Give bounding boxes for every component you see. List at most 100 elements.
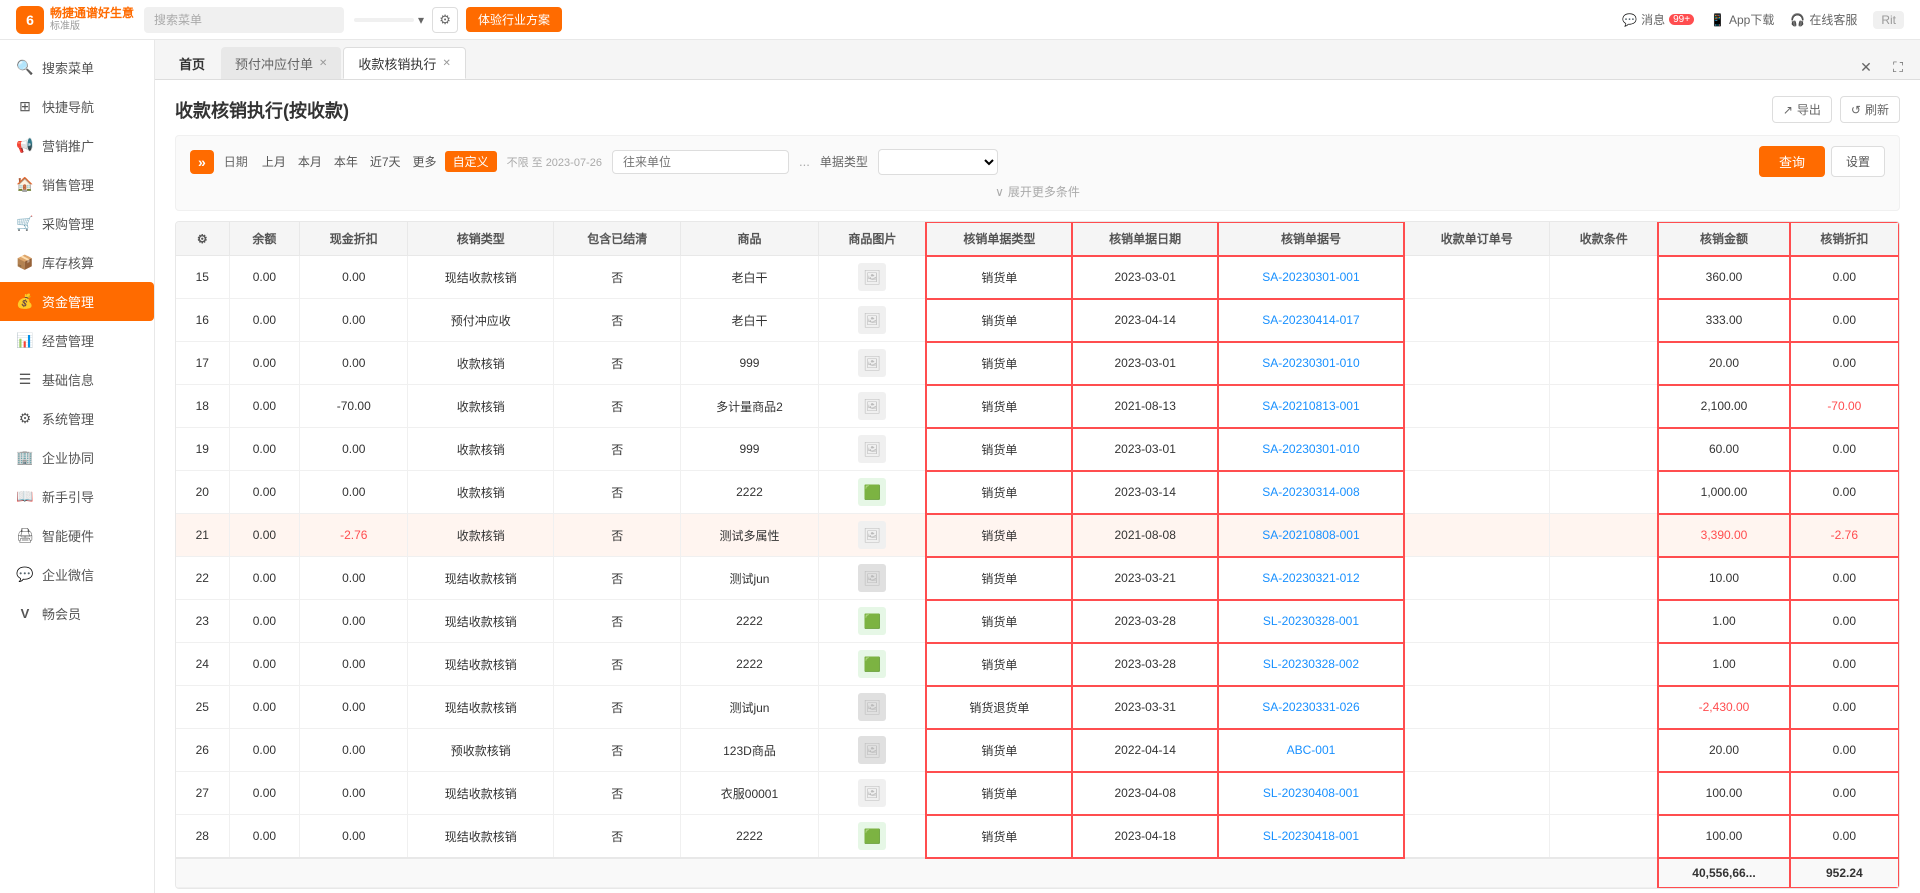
row-deduct: 0.00	[1790, 686, 1898, 729]
sidebar-item-basic[interactable]: ☰ 基础信息	[0, 360, 154, 399]
row-order-no	[1404, 342, 1550, 385]
row-bill-no[interactable]: SA-20230301-001	[1218, 256, 1404, 299]
row-discount: 0.00	[300, 256, 408, 299]
row-type: 收款核销	[408, 514, 554, 557]
app-download-label: App下载	[1729, 11, 1774, 28]
last-month-btn[interactable]: 上月	[258, 151, 290, 172]
row-bill-no[interactable]: SA-20230314-008	[1218, 471, 1404, 514]
row-bill-no[interactable]: ABC-001	[1218, 729, 1404, 772]
user-avatar[interactable]: Rit	[1873, 11, 1904, 29]
bill-no-link[interactable]: SA-20230301-001	[1262, 270, 1359, 284]
last7-btn[interactable]: 近7天	[366, 151, 405, 172]
sidebar-item-guide[interactable]: 📖 新手引导	[0, 477, 154, 516]
tab-prepay-close[interactable]: ✕	[319, 58, 327, 69]
bill-no-link[interactable]: SA-20210813-001	[1262, 399, 1359, 413]
sidebar-item-finance[interactable]: 💰 资金管理	[0, 282, 154, 321]
settings-btn[interactable]: 设置	[1831, 146, 1885, 177]
sidebar-item-enterprise[interactable]: 🏢 企业协同	[0, 438, 154, 477]
filter-expand-row[interactable]: ∨ 展开更多条件	[190, 183, 1885, 200]
sidebar-item-hardware[interactable]: 🖨 智能硬件	[0, 516, 154, 555]
top-search-bar[interactable]: 搜索菜单	[144, 7, 344, 33]
tab-collect[interactable]: 收款核销执行 ✕	[343, 47, 465, 79]
row-discount: -2.76	[300, 514, 408, 557]
footer-empty	[176, 858, 1658, 888]
bill-no-link[interactable]: SA-20230301-010	[1262, 356, 1359, 370]
tab-home-label: 首页	[179, 54, 205, 73]
row-bill-date: 2022-04-14	[1072, 729, 1218, 772]
row-bill-no[interactable]: SL-20230328-002	[1218, 643, 1404, 686]
maximize-btn[interactable]: ⛶	[1886, 55, 1910, 79]
row-bill-type: 销货单	[926, 772, 1072, 815]
bill-no-link[interactable]: SA-20210808-001	[1262, 528, 1359, 542]
page-content: 收款核销执行(按收款) ↗ 导出 ↺ 刷新 » 日期	[155, 80, 1920, 893]
row-product: 2222	[681, 643, 818, 686]
tab-prepay[interactable]: 预付冲应付单 ✕	[221, 47, 341, 79]
this-month-btn[interactable]: 本月	[294, 151, 326, 172]
row-bill-no[interactable]: SA-20210813-001	[1218, 385, 1404, 428]
row-bill-no[interactable]: SL-20230328-001	[1218, 600, 1404, 643]
query-btn[interactable]: 查询	[1759, 146, 1825, 177]
this-year-btn[interactable]: 本年	[330, 151, 362, 172]
sidebar-item-purchase[interactable]: 🛒 采购管理	[0, 204, 154, 243]
table-header-row: ⚙ 余额 现金折扣 核销类型 包含已结清 商品 商品图片 核销单据类型 核销单据…	[176, 222, 1899, 256]
sidebar-item-member[interactable]: V 畅会员	[0, 594, 154, 633]
row-bill-no[interactable]: SA-20230321-012	[1218, 557, 1404, 600]
bill-no-link[interactable]: SL-20230408-001	[1263, 786, 1359, 800]
row-product-img: 🟩	[818, 471, 926, 514]
bill-no-link[interactable]: SL-20230418-001	[1263, 829, 1359, 843]
row-bill-no[interactable]: SA-20230414-017	[1218, 299, 1404, 342]
sidebar-item-sales[interactable]: 🏠 销售管理	[0, 165, 154, 204]
bill-no-link[interactable]: SA-20230321-012	[1262, 571, 1359, 585]
voucher-type-select[interactable]	[878, 149, 998, 175]
product-image: 🖼	[858, 349, 886, 377]
bill-no-link[interactable]: ABC-001	[1287, 743, 1336, 757]
bill-no-link[interactable]: SL-20230328-002	[1263, 657, 1359, 671]
sidebar-item-search[interactable]: 🔍 搜索菜单	[0, 48, 154, 87]
row-type: 现结收款核销	[408, 686, 554, 729]
tab-collect-close[interactable]: ✕	[442, 58, 450, 69]
row-bill-no[interactable]: SL-20230408-001	[1218, 772, 1404, 815]
row-condition	[1550, 256, 1658, 299]
tab-home[interactable]: 首页	[165, 47, 219, 79]
custom-btn[interactable]: 自定义	[445, 151, 497, 172]
partner-input[interactable]	[612, 150, 789, 174]
row-balance: 0.00	[229, 385, 300, 428]
messages-btn[interactable]: 💬 消息 99+	[1622, 11, 1694, 28]
bill-no-link[interactable]: SA-20230314-008	[1262, 485, 1359, 499]
nav-dropdown[interactable]: ▾	[354, 13, 424, 27]
app-download-btn[interactable]: 📱 App下载	[1710, 11, 1774, 28]
row-bill-no[interactable]: SA-20210808-001	[1218, 514, 1404, 557]
online-service-btn[interactable]: 🎧 在线客服	[1790, 11, 1857, 28]
sidebar-item-system[interactable]: ⚙ 系统管理	[0, 399, 154, 438]
close-window-btn[interactable]: ✕	[1854, 55, 1878, 79]
sidebar-item-operations[interactable]: 📊 经营管理	[0, 321, 154, 360]
row-product-img: 🖼	[818, 772, 926, 815]
row-bill-no[interactable]: SA-20230301-010	[1218, 428, 1404, 471]
row-bill-type: 销货退货单	[926, 686, 1072, 729]
bill-no-link[interactable]: SA-20230331-026	[1262, 700, 1359, 714]
bill-no-link[interactable]: SA-20230414-017	[1262, 313, 1359, 327]
filter-collapse-btn[interactable]: »	[190, 150, 214, 174]
bill-no-link[interactable]: SL-20230328-001	[1263, 614, 1359, 628]
bill-no-link[interactable]: SA-20230301-010	[1262, 442, 1359, 456]
sidebar-item-quick-nav[interactable]: ⊞ 快捷导航	[0, 87, 154, 126]
settings-icon[interactable]: ⚙	[432, 7, 458, 33]
more-btn[interactable]: 更多	[409, 151, 441, 172]
sidebar-item-wechat[interactable]: 💬 企业微信	[0, 555, 154, 594]
purchase-icon: 🛒	[16, 215, 34, 233]
export-icon: ↗	[1783, 103, 1793, 117]
row-amount: 2,100.00	[1658, 385, 1790, 428]
export-btn[interactable]: ↗ 导出	[1772, 96, 1832, 123]
row-balance: 0.00	[229, 600, 300, 643]
industry-btn[interactable]: 体验行业方案	[466, 7, 562, 32]
row-bill-date: 2023-03-28	[1072, 600, 1218, 643]
messages-label: 消息	[1641, 11, 1665, 28]
row-bill-no[interactable]: SA-20230301-010	[1218, 342, 1404, 385]
row-bill-no[interactable]: SL-20230418-001	[1218, 815, 1404, 859]
row-bill-no[interactable]: SA-20230331-026	[1218, 686, 1404, 729]
sidebar-item-marketing[interactable]: 📢 营销推广	[0, 126, 154, 165]
sidebar-item-inventory[interactable]: 📦 库存核算	[0, 243, 154, 282]
col-settings[interactable]: ⚙	[176, 222, 229, 256]
sidebar-label-quick-nav: 快捷导航	[42, 97, 94, 116]
refresh-btn[interactable]: ↺ 刷新	[1840, 96, 1900, 123]
